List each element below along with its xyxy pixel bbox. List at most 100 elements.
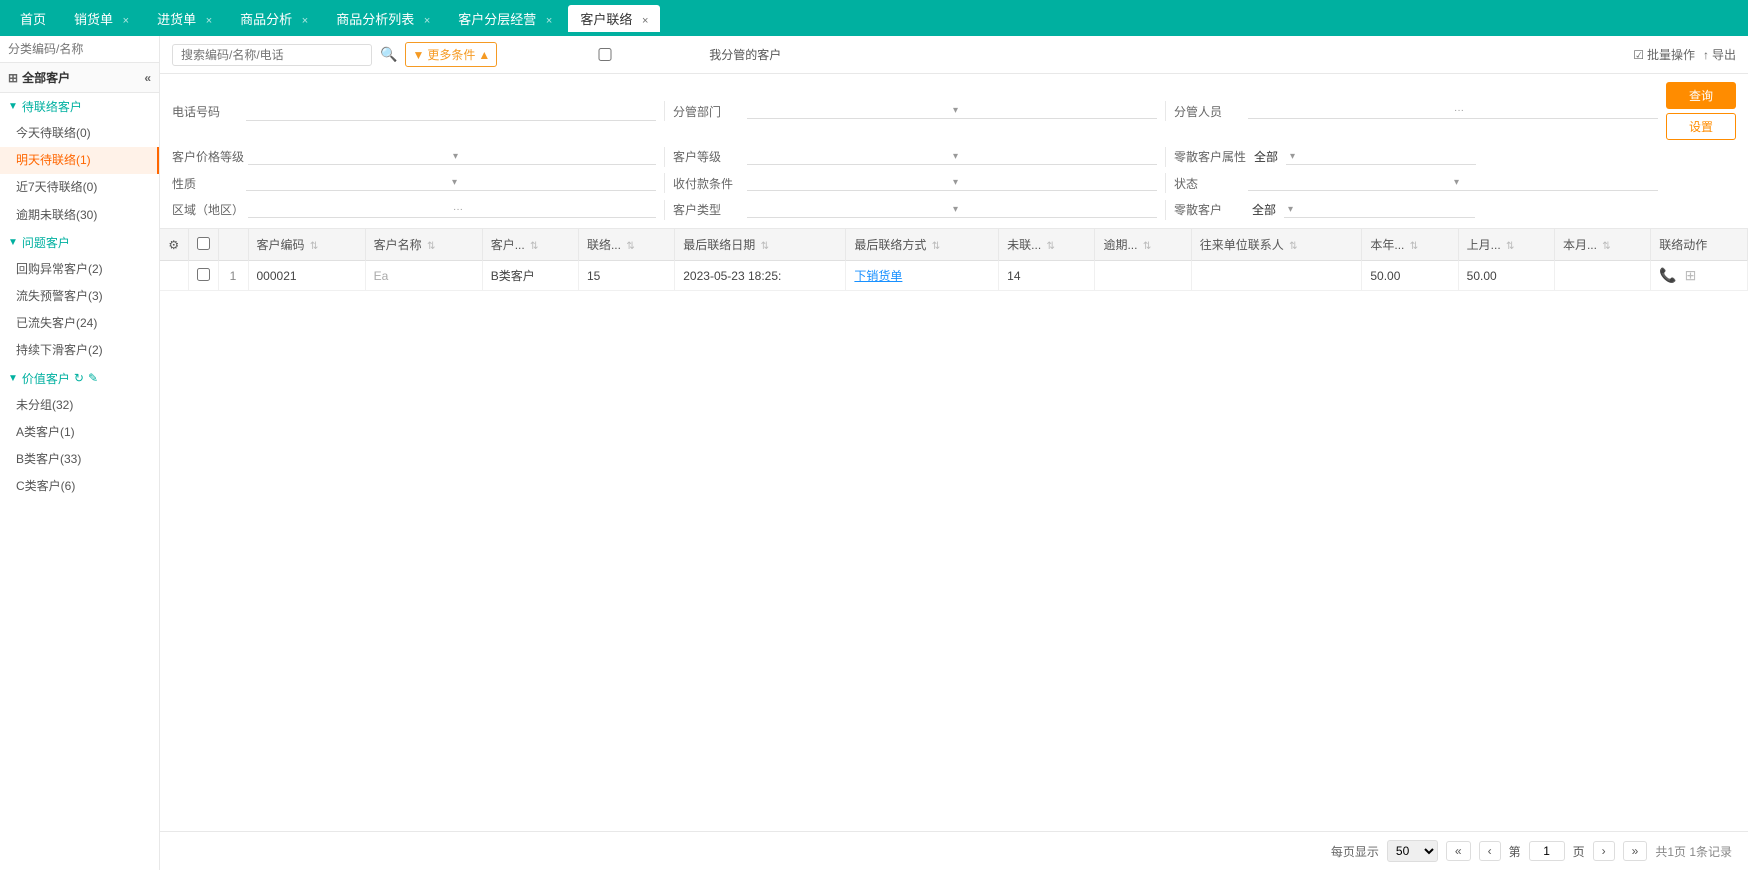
- th-name[interactable]: 客户名称 ⇅: [365, 229, 482, 261]
- th-settings[interactable]: ⚙: [160, 229, 188, 261]
- sidebar-item-class-c[interactable]: C类客户(6): [0, 473, 159, 500]
- sidebar-item-churn-warning[interactable]: 流失预警客户(3): [0, 283, 159, 310]
- sidebar-item-tomorrow[interactable]: 明天待联络(1): [0, 147, 159, 174]
- nav-product-analysis-list-close[interactable]: ×: [424, 15, 430, 27]
- sidebar-item-abnormal[interactable]: 回购异常客户(2): [0, 256, 159, 283]
- nav-product-analysis[interactable]: 商品分析 ×: [228, 5, 320, 32]
- th-unit-contact[interactable]: 往来单位联系人 ⇅: [1191, 229, 1362, 261]
- my-customer-checkbox[interactable]: [505, 48, 705, 61]
- filter-status-select[interactable]: ▾: [1248, 175, 1658, 191]
- filter-retail-select[interactable]: ▾: [1284, 202, 1475, 218]
- filter-status: 状态 ▾: [1174, 175, 1658, 192]
- sort-icon-type: ⇅: [530, 241, 538, 252]
- sort-icon-code: ⇅: [310, 241, 318, 252]
- th-no-contact[interactable]: 未联... ⇅: [999, 229, 1095, 261]
- sidebar-item-overdue[interactable]: 逾期未联络(30): [0, 202, 159, 229]
- th-check[interactable]: [188, 229, 218, 261]
- filter-divider-5: [664, 173, 665, 193]
- nav-home[interactable]: 首页: [8, 5, 58, 32]
- query-btn[interactable]: 查询: [1666, 82, 1736, 109]
- sidebar-item-ungrouped[interactable]: 未分组(32): [0, 392, 159, 419]
- first-page-btn[interactable]: «: [1446, 841, 1471, 861]
- sidebar-item-7days[interactable]: 近7天待联络(0): [0, 174, 159, 201]
- th-this-year[interactable]: 本年... ⇅: [1362, 229, 1458, 261]
- nav-customer-contact-close[interactable]: ×: [642, 15, 648, 27]
- row-checkbox[interactable]: [197, 268, 210, 281]
- action-phone-icon[interactable]: 📞: [1659, 267, 1676, 284]
- filter-person-select[interactable]: ···: [1248, 103, 1658, 119]
- th-contact-count[interactable]: 联络... ⇅: [578, 229, 674, 261]
- export-btn[interactable]: ↑ 导出: [1703, 46, 1736, 63]
- filter-payment-select[interactable]: ▾: [747, 175, 1157, 191]
- th-this-month[interactable]: 本月... ⇅: [1554, 229, 1650, 261]
- page-size-label: 每页显示: [1331, 843, 1379, 860]
- more-filter-btn[interactable]: ▼ 更多条件 ▲: [405, 42, 497, 67]
- filter-phone-input[interactable]: [246, 102, 656, 121]
- filter-divider-8: [1165, 200, 1166, 220]
- nav-sales[interactable]: 销货单 ×: [62, 5, 141, 32]
- th-code[interactable]: 客户编码 ⇅: [248, 229, 365, 261]
- my-customer-check[interactable]: 我分管的客户: [505, 46, 781, 63]
- sidebar-item-class-a[interactable]: A类客户(1): [0, 419, 159, 446]
- td-row-last-method[interactable]: 下销货单: [846, 261, 999, 291]
- settings-btn[interactable]: 设置: [1666, 113, 1736, 140]
- td-row-check[interactable]: [188, 261, 218, 291]
- select-all-checkbox[interactable]: [197, 237, 210, 250]
- filter-level-select[interactable]: ▾: [747, 149, 1157, 165]
- sort-icon-year: ⇅: [1410, 241, 1418, 252]
- filter-region-select[interactable]: ···: [248, 202, 656, 218]
- th-last-date[interactable]: 最后联络日期 ⇅: [675, 229, 846, 261]
- my-customer-label: 我分管的客户: [709, 46, 781, 63]
- th-num: [218, 229, 248, 261]
- sort-icon-this-month: ⇅: [1602, 241, 1610, 252]
- sidebar: 🔍 ⊞ 全部客户 « 待联络客户 今天待联络(0) 明天待联络(1) 近7天待联…: [0, 36, 160, 870]
- th-last-month[interactable]: 上月... ⇅: [1458, 229, 1554, 261]
- search-submit-icon[interactable]: 🔍: [380, 46, 397, 63]
- nav-purchase[interactable]: 进货单 ×: [145, 5, 224, 32]
- action-grid-icon[interactable]: ⊞: [1685, 267, 1697, 284]
- search-bar: 🔍 ▼ 更多条件 ▲ 我分管的客户 ☑ 批量操作 ↑ 导出: [160, 36, 1748, 74]
- filter-retail-arrow: ▾: [1288, 204, 1471, 215]
- nav-product-analysis-list[interactable]: 商品分析列表 ×: [324, 5, 442, 32]
- filter-divider-3: [664, 147, 665, 167]
- sidebar-pending-list: 今天待联络(0) 明天待联络(1) 近7天待联络(0) 逾期未联络(30): [0, 120, 159, 229]
- nav-purchase-close[interactable]: ×: [206, 15, 212, 27]
- td-row-type: B类客户: [482, 261, 578, 291]
- prev-page-btn[interactable]: ‹: [1479, 841, 1501, 861]
- filter-arrow-icon: ▲: [478, 48, 490, 62]
- nav-product-analysis-close[interactable]: ×: [302, 15, 308, 27]
- sidebar-item-churned[interactable]: 已流失客户(24): [0, 310, 159, 337]
- sidebar-item-declining[interactable]: 持续下滑客户(2): [0, 337, 159, 364]
- nav-customer-tier-close[interactable]: ×: [546, 15, 552, 27]
- sidebar-value-section: 价值客户 ↻ ✎: [0, 365, 159, 392]
- nav-customer-tier[interactable]: 客户分层经营 ×: [446, 5, 564, 32]
- filter-gender-select[interactable]: ▾: [246, 175, 656, 191]
- sidebar-item-class-b[interactable]: B类客户(33): [0, 446, 159, 473]
- filter-customer-type-select[interactable]: ▾: [747, 202, 1157, 218]
- filter-customer-type-arrow: ▾: [953, 204, 1153, 215]
- page-input[interactable]: [1529, 841, 1565, 861]
- th-type[interactable]: 客户... ⇅: [482, 229, 578, 261]
- sidebar-item-today[interactable]: 今天待联络(0): [0, 120, 159, 147]
- search-input[interactable]: [172, 44, 372, 66]
- last-method-link[interactable]: 下销货单: [854, 269, 902, 283]
- next-page-btn[interactable]: ›: [1593, 841, 1615, 861]
- refresh-icon[interactable]: ↻: [74, 371, 84, 385]
- sort-icon-contact: ⇅: [626, 241, 634, 252]
- edit-icon[interactable]: ✎: [88, 371, 98, 385]
- last-page-btn[interactable]: »: [1623, 841, 1648, 861]
- filter-price-select[interactable]: ▾: [248, 149, 656, 165]
- sidebar-collapse-btn[interactable]: «: [144, 71, 151, 85]
- filter-retail-attr-select[interactable]: ▾: [1286, 149, 1476, 165]
- table-container: ⚙ 客户编码 ⇅ 客户名称 ⇅ 客户... ⇅: [160, 229, 1748, 831]
- sidebar-all-customers[interactable]: ⊞ 全部客户 «: [0, 63, 159, 93]
- sidebar-search-input[interactable]: [8, 42, 160, 56]
- filter-dept-select[interactable]: ▾: [747, 103, 1157, 119]
- th-overdue[interactable]: 逾期... ⇅: [1095, 229, 1191, 261]
- batch-op-btn[interactable]: ☑ 批量操作: [1633, 46, 1695, 63]
- nav-sales-close[interactable]: ×: [123, 15, 129, 27]
- th-last-method[interactable]: 最后联络方式 ⇅: [846, 229, 999, 261]
- page-size-select[interactable]: 50 10 20 100: [1387, 840, 1438, 862]
- nav-customer-contact[interactable]: 客户联络 ×: [568, 5, 660, 32]
- td-row-num: 1: [218, 261, 248, 291]
